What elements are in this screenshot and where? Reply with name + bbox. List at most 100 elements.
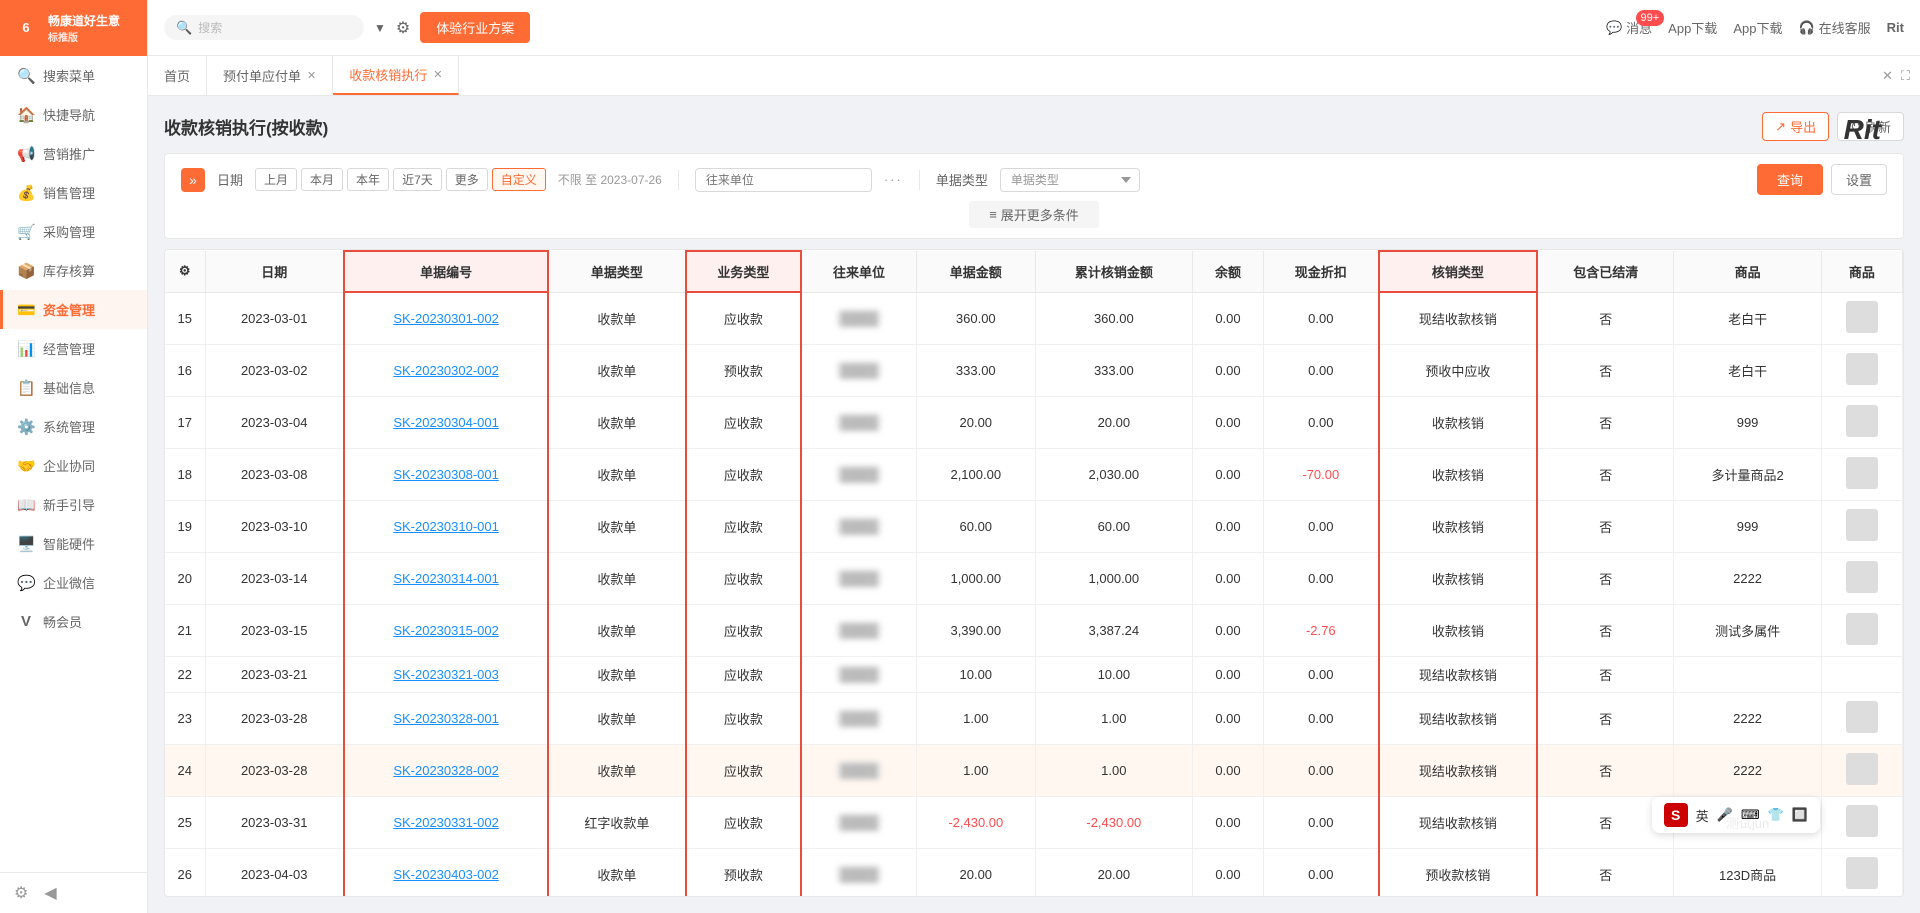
tab-prepay[interactable]: 预付单应付单 ✕ bbox=[207, 56, 333, 95]
table-row[interactable]: 20 2023-03-14 SK-20230314-001 收款单 应收款 ██… bbox=[165, 552, 1903, 604]
cell-bill-no[interactable]: SK-20230310-001 bbox=[344, 500, 548, 552]
cell-bill-no[interactable]: SK-20230328-001 bbox=[344, 692, 548, 744]
table-row[interactable]: 17 2023-03-04 SK-20230304-001 收款单 应收款 ██… bbox=[165, 396, 1903, 448]
sidebar-item-system[interactable]: ⚙️ 系统管理 bbox=[0, 407, 147, 446]
app-download-text[interactable]: App下载 bbox=[1733, 18, 1782, 37]
btn-this-month[interactable]: 本月 bbox=[301, 168, 343, 191]
sidebar-item-wechat[interactable]: 💬 企业微信 bbox=[0, 563, 147, 602]
table-row[interactable]: 18 2023-03-08 SK-20230308-001 收款单 应收款 ██… bbox=[165, 448, 1903, 500]
cell-bill-no[interactable]: SK-20230302-002 bbox=[344, 344, 548, 396]
table-row[interactable]: 16 2023-03-02 SK-20230302-002 收款单 预收款 ██… bbox=[165, 344, 1903, 396]
table-row[interactable]: 24 2023-03-28 SK-20230328-002 收款单 应收款 ██… bbox=[165, 744, 1903, 796]
online-service[interactable]: 🎧 在线客服 bbox=[1798, 18, 1870, 37]
cell-write-off-amount: 20.00 bbox=[1035, 396, 1192, 448]
column-settings-icon[interactable]: ⚙ bbox=[179, 263, 191, 278]
message-icon: 💬 bbox=[1606, 20, 1622, 36]
sidebar-item-funds[interactable]: 💳 资金管理 bbox=[0, 290, 147, 329]
table-row[interactable]: 26 2023-04-03 SK-20230403-002 收款单 预收款 ██… bbox=[165, 848, 1903, 896]
sidebar-item-basic[interactable]: 📋 基础信息 bbox=[0, 368, 147, 407]
cell-amount: 1.00 bbox=[916, 692, 1035, 744]
cell-bill-no[interactable]: SK-20230403-002 bbox=[344, 848, 548, 896]
cell-bill-no[interactable]: SK-20230308-001 bbox=[344, 448, 548, 500]
tab-writeoff-close[interactable]: ✕ bbox=[433, 68, 442, 81]
btn-custom-date[interactable]: 自定义 bbox=[492, 168, 546, 191]
sidebar-item-hardware[interactable]: 🖥️ 智能硬件 bbox=[0, 524, 147, 563]
cell-date: 2023-03-10 bbox=[205, 500, 344, 552]
table-row[interactable]: 21 2023-03-15 SK-20230315-002 收款单 应收款 ██… bbox=[165, 604, 1903, 656]
cell-cash-discount: 0.00 bbox=[1264, 552, 1379, 604]
btn-this-year[interactable]: 本年 bbox=[347, 168, 389, 191]
message-badge[interactable]: 💬 消息 99+ bbox=[1606, 18, 1652, 37]
sidebar-item-member[interactable]: V 畅会员 bbox=[0, 602, 147, 641]
sidebar-item-search[interactable]: 🔍 搜索菜单 bbox=[0, 56, 147, 95]
date-range-display: 不限 至 2023-07-26 bbox=[558, 171, 662, 188]
cell-partner: ████ bbox=[801, 552, 916, 604]
sidebar-item-marketing[interactable]: 📢 营销推广 bbox=[0, 134, 147, 173]
table-row[interactable]: 23 2023-03-28 SK-20230328-001 收款单 应收款 ██… bbox=[165, 692, 1903, 744]
sidebar-item-purchase[interactable]: 🛒 采购管理 bbox=[0, 212, 147, 251]
cell-bill-no[interactable]: SK-20230301-002 bbox=[344, 292, 548, 344]
setting-button[interactable]: 设置 bbox=[1831, 164, 1887, 195]
btn-more-date[interactable]: 更多 bbox=[446, 168, 488, 191]
tab-writeoff[interactable]: 收款核销执行 ✕ bbox=[333, 56, 459, 95]
app-download-link[interactable]: App下载 bbox=[1668, 18, 1717, 37]
cell-bill-no[interactable]: SK-20230304-001 bbox=[344, 396, 548, 448]
btn-7days[interactable]: 近7天 bbox=[393, 168, 442, 191]
tab-close-all-icon[interactable]: ✕ bbox=[1882, 68, 1893, 84]
cell-product: 测试多属件 bbox=[1674, 604, 1822, 656]
tab-home[interactable]: 首页 bbox=[148, 56, 207, 95]
cell-write-off-amount: 3,387.24 bbox=[1035, 604, 1192, 656]
filter-bar: » 日期 上月 本月 本年 近7天 更多 自定义 不限 至 2023-07-26… bbox=[164, 153, 1904, 239]
user-name[interactable]: Rit bbox=[1887, 20, 1904, 35]
cell-bill-no[interactable]: SK-20230314-001 bbox=[344, 552, 548, 604]
tab-expand-icon[interactable]: ⛶ bbox=[1901, 68, 1910, 84]
table-wrap[interactable]: ⚙ 日期 单据编号 单据类型 业务类型 往来单位 单据金额 累计核销金额 余额 … bbox=[165, 250, 1903, 896]
topbar-dropdown[interactable]: ▼ bbox=[374, 21, 386, 35]
sidebar-item-inventory[interactable]: 📦 库存核算 bbox=[0, 251, 147, 290]
export-button[interactable]: ↗ 导出 bbox=[1762, 112, 1829, 141]
tabs-right-actions: ✕ ⛶ bbox=[1882, 56, 1920, 95]
cell-include-settled: 否 bbox=[1537, 656, 1673, 692]
cell-cash-discount: 0.00 bbox=[1264, 796, 1379, 848]
partner-input[interactable] bbox=[695, 168, 872, 192]
sidebar-item-sales[interactable]: 💰 销售管理 bbox=[0, 173, 147, 212]
watermark-overlay: S 英 🎤 ⌨ 👕 🔲 bbox=[1652, 797, 1820, 833]
topbar-search[interactable]: 🔍 搜索 bbox=[164, 15, 364, 40]
cell-cash-discount: -2.76 bbox=[1264, 604, 1379, 656]
table-row[interactable]: 25 2023-03-31 SK-20230331-002 红字收款单 应收款 … bbox=[165, 796, 1903, 848]
cell-bill-type: 红字收款单 bbox=[548, 796, 685, 848]
cell-bill-no[interactable]: SK-20230321-003 bbox=[344, 656, 548, 692]
th-biz-type: 业务类型 bbox=[686, 251, 802, 292]
sidebar-item-label: 库存核算 bbox=[43, 261, 95, 280]
cell-balance: 0.00 bbox=[1192, 396, 1263, 448]
btn-last-month[interactable]: 上月 bbox=[255, 168, 297, 191]
page-content: 收款核销执行(按收款) ↗ 导出 ↻ 刷新 » 日期 上月 本月 bbox=[148, 96, 1920, 913]
query-button[interactable]: 查询 bbox=[1757, 164, 1823, 195]
sidebar-item-quicknav[interactable]: 🏠 快捷导航 bbox=[0, 95, 147, 134]
cell-bill-no[interactable]: SK-20230331-002 bbox=[344, 796, 548, 848]
tab-prepay-close[interactable]: ✕ bbox=[307, 69, 316, 82]
settings-footer-icon[interactable]: ⚙ bbox=[14, 883, 28, 903]
solution-button[interactable]: 体验行业方案 bbox=[420, 12, 530, 43]
cell-biz-type: 应收款 bbox=[686, 604, 802, 656]
collapse-icon[interactable]: ◀ bbox=[44, 883, 56, 903]
topbar-gear-icon[interactable]: ⚙ bbox=[396, 18, 410, 38]
cell-bill-no[interactable]: SK-20230328-002 bbox=[344, 744, 548, 796]
data-table-container: ⚙ 日期 单据编号 单据类型 业务类型 往来单位 单据金额 累计核销金额 余额 … bbox=[164, 249, 1904, 897]
table-row[interactable]: 19 2023-03-10 SK-20230310-001 收款单 应收款 ██… bbox=[165, 500, 1903, 552]
cell-write-off-type: 现结收款核销 bbox=[1379, 744, 1538, 796]
cell-include-settled: 否 bbox=[1537, 292, 1673, 344]
bill-type-select[interactable]: 单据类型 bbox=[1000, 168, 1140, 192]
table-row[interactable]: 22 2023-03-21 SK-20230321-003 收款单 应收款 ██… bbox=[165, 656, 1903, 692]
cell-bill-type: 收款单 bbox=[548, 692, 685, 744]
table-row[interactable]: 15 2023-03-01 SK-20230301-002 收款单 应收款 ██… bbox=[165, 292, 1903, 344]
sidebar-item-corp[interactable]: 🤝 企业协同 bbox=[0, 446, 147, 485]
th-settings[interactable]: ⚙ bbox=[165, 251, 205, 292]
cell-bill-no[interactable]: SK-20230315-002 bbox=[344, 604, 548, 656]
sidebar-item-operation[interactable]: 📊 经营管理 bbox=[0, 329, 147, 368]
filter-toggle[interactable]: » bbox=[181, 168, 205, 192]
expand-button[interactable]: ≡ 展开更多条件 bbox=[969, 201, 1099, 228]
sidebar-item-guide[interactable]: 📖 新手引导 bbox=[0, 485, 147, 524]
cell-product2 bbox=[1821, 848, 1902, 896]
cell-biz-type: 应收款 bbox=[686, 692, 802, 744]
